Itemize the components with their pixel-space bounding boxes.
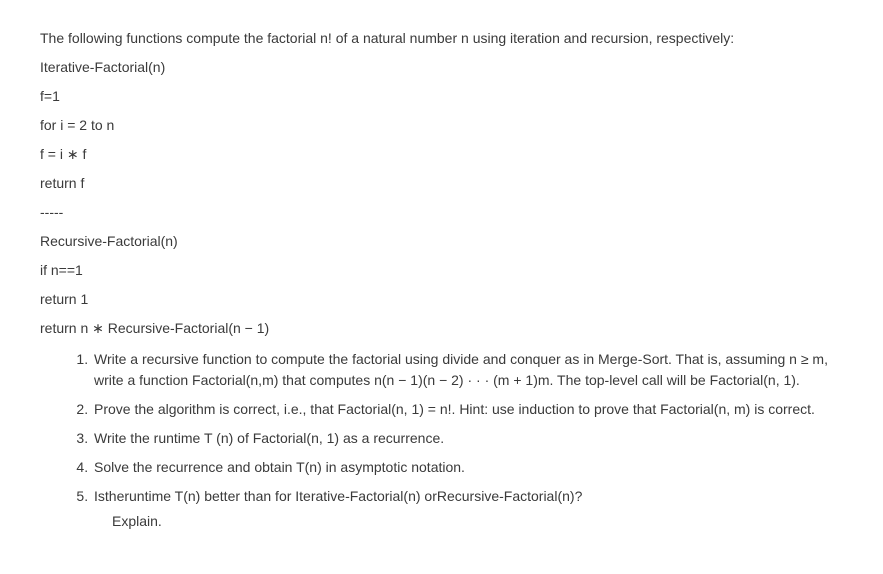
question-5-text: Istheruntime T(n) better than for Iterat… <box>94 488 582 504</box>
recursive-line-1: if n==1 <box>40 260 843 281</box>
question-3: Write the runtime T (n) of Factorial(n, … <box>92 428 843 449</box>
recursive-title: Recursive-Factorial(n) <box>40 231 843 252</box>
question-5: Istheruntime T(n) better than for Iterat… <box>92 486 843 532</box>
recursive-line-2: return 1 <box>40 289 843 310</box>
iterative-line-1: f=1 <box>40 86 843 107</box>
question-4: Solve the recurrence and obtain T(n) in … <box>92 457 843 478</box>
separator: ----- <box>40 202 843 223</box>
question-list: Write a recursive function to compute th… <box>40 349 843 532</box>
question-5-sub: Explain. <box>112 511 843 532</box>
iterative-title: Iterative-Factorial(n) <box>40 57 843 78</box>
recursive-line-3: return n ∗ Recursive-Factorial(n − 1) <box>40 318 843 339</box>
iterative-line-3: f = i ∗ f <box>40 144 843 165</box>
iterative-line-4: return f <box>40 173 843 194</box>
intro-text: The following functions compute the fact… <box>40 28 843 49</box>
question-1: Write a recursive function to compute th… <box>92 349 843 391</box>
iterative-line-2: for i = 2 to n <box>40 115 843 136</box>
question-2: Prove the algorithm is correct, i.e., th… <box>92 399 843 420</box>
